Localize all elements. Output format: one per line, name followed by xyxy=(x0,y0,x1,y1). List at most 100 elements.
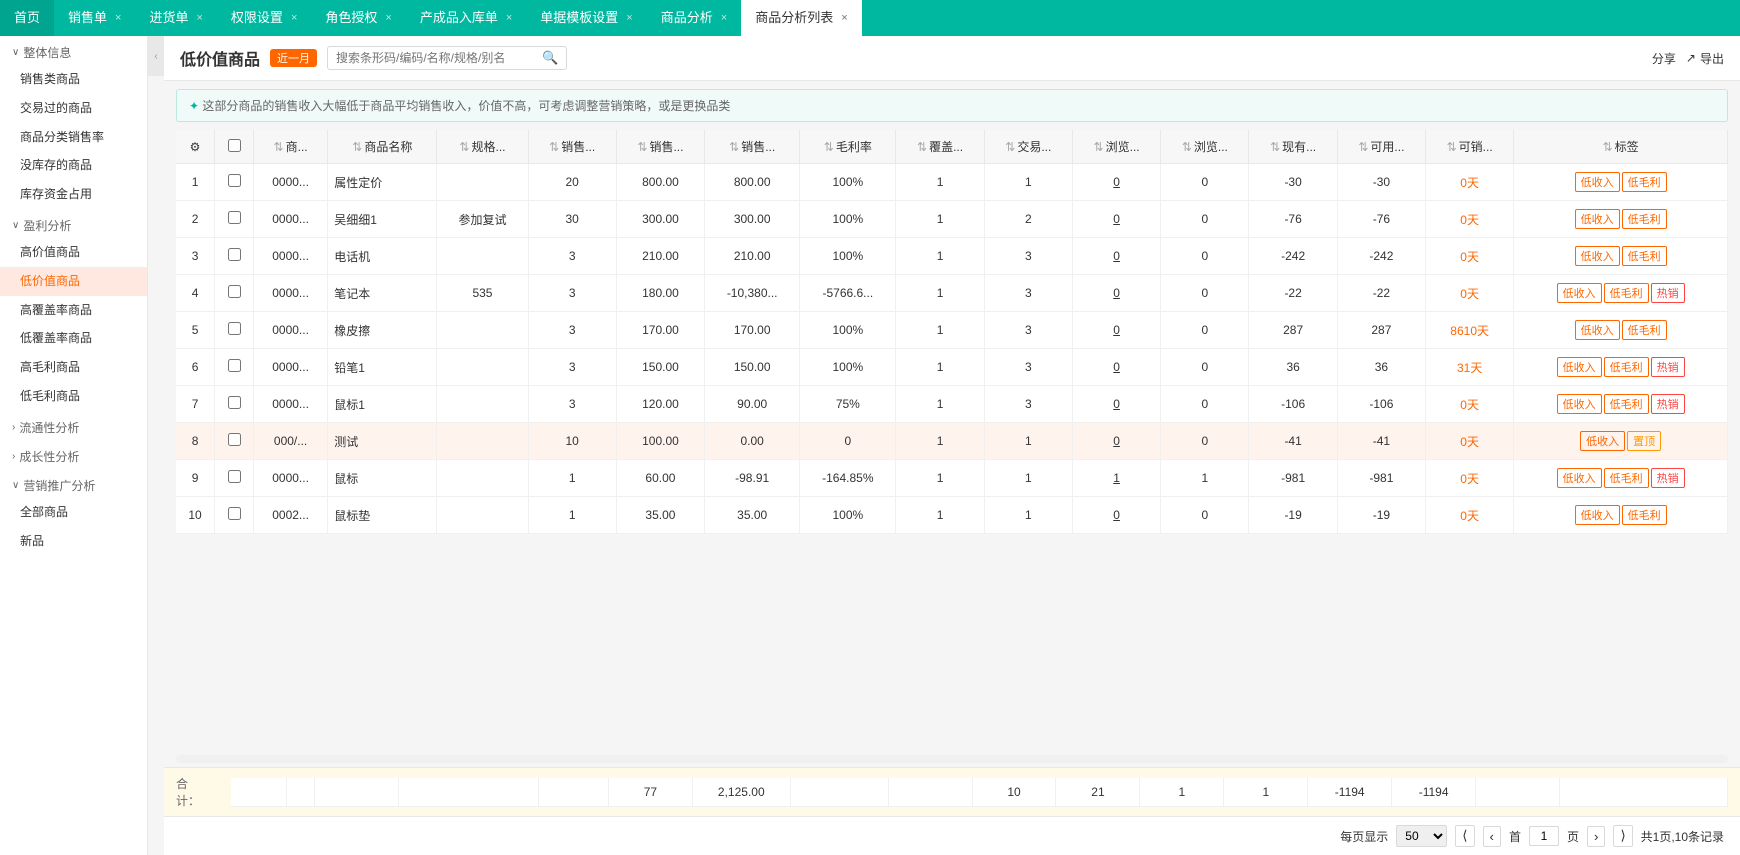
col-header-spec[interactable]: ⇅规格... xyxy=(437,130,528,164)
next-page-button[interactable]: › xyxy=(1587,826,1605,847)
product-tag[interactable]: 低毛利 xyxy=(1604,283,1649,303)
share-button[interactable]: 分享 xyxy=(1652,50,1676,67)
product-tag[interactable]: 低毛利 xyxy=(1604,468,1649,488)
nav-item-product-analysis[interactable]: 商品分析 × xyxy=(647,0,741,36)
product-tag[interactable]: 低收入 xyxy=(1575,209,1620,229)
row-checkbox[interactable] xyxy=(228,248,241,261)
browse1-link[interactable]: 0 xyxy=(1113,360,1120,374)
sidebar-item-high-value[interactable]: 高价值商品 xyxy=(0,238,147,267)
product-tag[interactable]: 低收入 xyxy=(1575,320,1620,340)
close-icon-purchase[interactable]: × xyxy=(196,0,202,36)
sidebar-group-flow-analysis[interactable]: ›流通性分析 xyxy=(0,411,147,440)
sidebar-group-marketing-analysis[interactable]: ∨营销推广分析 xyxy=(0,469,147,498)
row-checkbox[interactable] xyxy=(228,359,241,372)
row-checkbox[interactable] xyxy=(228,285,241,298)
sidebar-item-new-products[interactable]: 新品 xyxy=(0,527,147,556)
row-checkbox[interactable] xyxy=(228,507,241,520)
browse1-link[interactable]: 1 xyxy=(1113,471,1120,485)
browse1-link[interactable]: 0 xyxy=(1113,286,1120,300)
close-icon-product-analysis[interactable]: × xyxy=(721,0,727,36)
row-checkbox[interactable] xyxy=(228,396,241,409)
export-button[interactable]: ↗ 导出 xyxy=(1686,50,1724,67)
product-tag[interactable]: 低毛利 xyxy=(1604,394,1649,414)
sidebar-item-high-profit[interactable]: 高毛利商品 xyxy=(0,353,147,382)
settings-icon[interactable]: ⚙ xyxy=(190,140,201,154)
product-tag[interactable]: 低收入 xyxy=(1557,283,1602,303)
product-tag[interactable]: 低收入 xyxy=(1575,172,1620,192)
search-input[interactable] xyxy=(336,51,536,65)
sidebar-item-category-sales[interactable]: 商品分类销售率 xyxy=(0,123,147,152)
browse1-link[interactable]: 0 xyxy=(1113,249,1120,263)
row-checkbox[interactable] xyxy=(228,433,241,446)
close-icon-sales[interactable]: × xyxy=(115,0,121,36)
sidebar-group-growth-analysis[interactable]: ›成长性分析 xyxy=(0,440,147,469)
col-header-sales_avg[interactable]: ⇅销售... xyxy=(705,130,800,164)
nav-item-sales[interactable]: 销售单 × xyxy=(54,0,135,36)
close-icon-template[interactable]: × xyxy=(626,0,632,36)
nav-item-permissions[interactable]: 权限设置 × xyxy=(217,0,311,36)
product-tag[interactable]: 低毛利 xyxy=(1622,246,1667,266)
nav-item-warehouse[interactable]: 产成品入库单 × xyxy=(406,0,526,36)
product-tag[interactable]: 低毛利 xyxy=(1622,505,1667,525)
row-checkbox[interactable] xyxy=(228,322,241,335)
product-tag[interactable]: 低毛利 xyxy=(1604,357,1649,377)
select-all-checkbox[interactable] xyxy=(228,139,241,152)
page-number-input[interactable] xyxy=(1529,826,1559,846)
sidebar-item-low-coverage[interactable]: 低覆盖率商品 xyxy=(0,324,147,353)
nav-item-purchase[interactable]: 进货单 × xyxy=(135,0,216,36)
browse1-link[interactable]: 0 xyxy=(1113,323,1120,337)
product-tag[interactable]: 热销 xyxy=(1651,468,1685,488)
row-checkbox[interactable] xyxy=(228,211,241,224)
sidebar-item-sales-products[interactable]: 销售类商品 xyxy=(0,65,147,94)
nav-item-roles[interactable]: 角色授权 × xyxy=(311,0,405,36)
product-tag[interactable]: 低收入 xyxy=(1575,505,1620,525)
sidebar-item-unsold[interactable]: 没库存的商品 xyxy=(0,151,147,180)
browse1-link[interactable]: 0 xyxy=(1113,212,1120,226)
per-page-select[interactable]: 50 100 200 xyxy=(1396,825,1447,847)
horizontal-scrollbar[interactable] xyxy=(176,755,1728,763)
sidebar-group-general-info[interactable]: ∨整体信息 xyxy=(0,36,147,65)
first-page-button[interactable]: ⟨ xyxy=(1455,825,1474,847)
col-header-gross_margin[interactable]: ⇅毛利率 xyxy=(800,130,896,164)
col-header-sales_amount[interactable]: ⇅销售... xyxy=(616,130,704,164)
col-header-browse1[interactable]: ⇅浏览... xyxy=(1072,130,1160,164)
search-icon[interactable]: 🔍 xyxy=(542,50,558,66)
product-tag[interactable]: 低毛利 xyxy=(1622,320,1667,340)
product-tag[interactable]: 热销 xyxy=(1651,357,1685,377)
product-tag[interactable]: 置顶 xyxy=(1627,431,1661,451)
col-header-name[interactable]: ⇅商品名称 xyxy=(328,130,437,164)
product-tag[interactable]: 低收入 xyxy=(1575,246,1620,266)
close-icon-product-list[interactable]: × xyxy=(841,0,847,36)
col-header-available[interactable]: ⇅可用... xyxy=(1337,130,1425,164)
nav-item-template[interactable]: 单据模板设置 × xyxy=(526,0,646,36)
col-header-checkbox[interactable] xyxy=(215,130,254,164)
sidebar-group-profit-analysis[interactable]: ∨盈利分析 xyxy=(0,209,147,238)
col-header-browse2[interactable]: ⇅浏览... xyxy=(1161,130,1249,164)
prev-page-button[interactable]: ‹ xyxy=(1483,826,1501,847)
product-tag[interactable]: 热销 xyxy=(1651,394,1685,414)
col-header-code[interactable]: ⇅商... xyxy=(253,130,327,164)
browse1-link[interactable]: 0 xyxy=(1113,397,1120,411)
col-header-tag[interactable]: ⇅标签 xyxy=(1514,130,1728,164)
close-icon-roles[interactable]: × xyxy=(385,0,391,36)
close-icon-permissions[interactable]: × xyxy=(291,0,297,36)
close-icon-warehouse[interactable]: × xyxy=(506,0,512,36)
sidebar-item-all-products[interactable]: 全部商品 xyxy=(0,498,147,527)
nav-item-product-list[interactable]: 商品分析列表 × xyxy=(741,0,861,36)
sidebar-item-high-coverage[interactable]: 高覆盖率商品 xyxy=(0,296,147,325)
col-header-sales_qty[interactable]: ⇅销售... xyxy=(528,130,616,164)
col-header-transaction[interactable]: ⇅交易... xyxy=(984,130,1072,164)
date-badge[interactable]: 近一月 xyxy=(270,49,317,67)
col-header-current_stock[interactable]: ⇅现有... xyxy=(1249,130,1337,164)
browse1-link[interactable]: 0 xyxy=(1113,175,1120,189)
product-tag[interactable]: 低毛利 xyxy=(1622,172,1667,192)
col-header-coverage[interactable]: ⇅覆盖... xyxy=(896,130,984,164)
product-tag[interactable]: 低收入 xyxy=(1580,431,1625,451)
sidebar-item-capital-ratio[interactable]: 库存资金占用 xyxy=(0,180,147,209)
browse1-link[interactable]: 0 xyxy=(1113,508,1120,522)
col-header-sellable[interactable]: ⇅可销... xyxy=(1426,130,1514,164)
sidebar-item-traded-products[interactable]: 交易过的商品 xyxy=(0,94,147,123)
sidebar-item-low-profit[interactable]: 低毛利商品 xyxy=(0,382,147,411)
product-tag[interactable]: 热销 xyxy=(1651,283,1685,303)
browse1-link[interactable]: 0 xyxy=(1113,434,1120,448)
